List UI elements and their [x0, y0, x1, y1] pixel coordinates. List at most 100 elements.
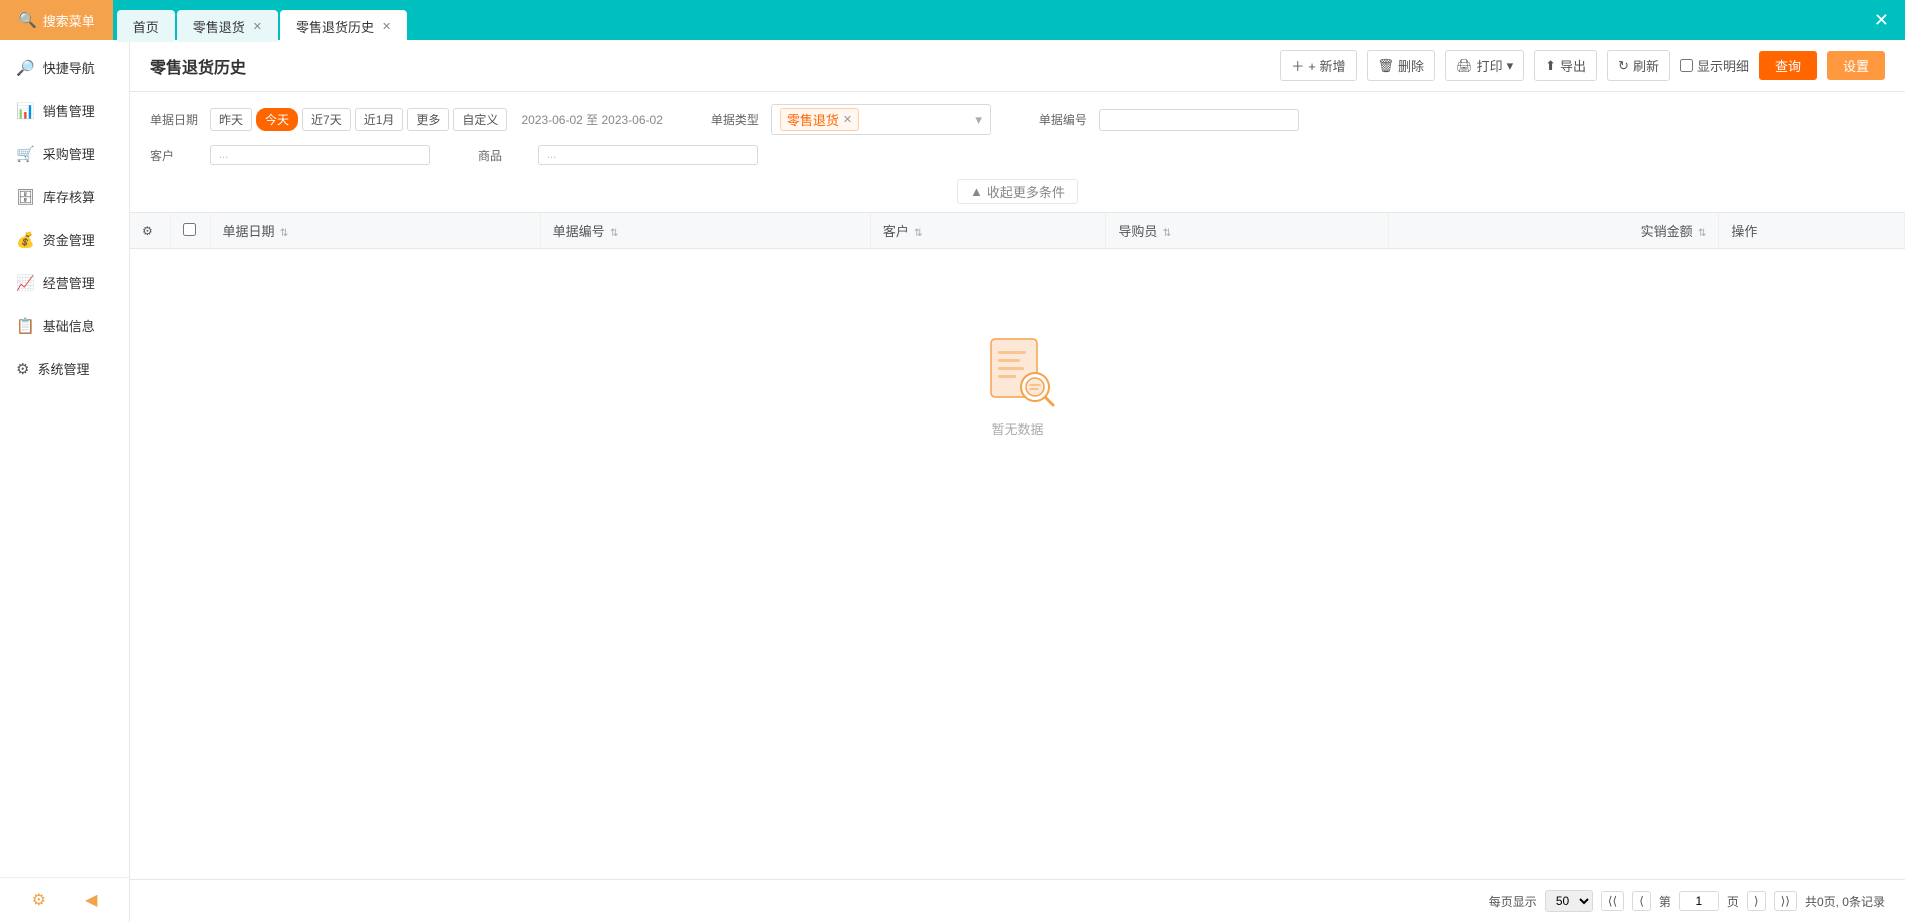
type-dropdown-icon: ▾ — [975, 112, 982, 128]
th-amount-sort[interactable]: ⇅ — [1698, 228, 1706, 239]
sidebar-gear-icon[interactable]: ⚙ — [32, 890, 46, 910]
empty-state: 暂无数据 — [130, 249, 1905, 518]
th-amount-label: 实销金额 — [1641, 224, 1693, 239]
bill-no-input[interactable] — [1099, 109, 1299, 131]
sidebar-item-sales[interactable]: 📊 销售管理 — [0, 89, 129, 132]
print-button[interactable]: 🖨 打印 ▾ — [1445, 50, 1524, 81]
delete-icon: 🗑 — [1378, 58, 1395, 74]
collapse-row: ▲ 收起更多条件 — [150, 175, 1885, 212]
new-button[interactable]: ＋ + 新增 — [1280, 50, 1356, 81]
page-unit: 页 — [1727, 893, 1739, 910]
th-bill-no-sort[interactable]: ⇅ — [610, 228, 618, 239]
empty-illustration — [973, 329, 1063, 419]
sidebar-collapse-icon[interactable]: ◀ — [85, 890, 97, 910]
sidebar-item-system-label: 系统管理 — [37, 359, 89, 378]
sidebar-item-purchase[interactable]: 🛒 采购管理 — [0, 132, 129, 175]
empty-text: 暂无数据 — [991, 419, 1043, 438]
page-next-btn[interactable]: ⟩ — [1747, 891, 1766, 911]
date-custom[interactable]: 自定义 — [453, 108, 507, 131]
sidebar-item-finance[interactable]: 💰 资金管理 — [0, 218, 129, 261]
date-1month[interactable]: 近1月 — [355, 108, 404, 131]
select-all-checkbox[interactable] — [183, 223, 196, 236]
query-button[interactable]: 查询 — [1759, 51, 1817, 80]
th-customer: 客户 ⇅ — [870, 213, 1106, 249]
sidebar: 🔎 快捷导航 📊 销售管理 🛒 采购管理 🗄 库存核算 💰 资金管理 📈 经营管… — [0, 40, 130, 922]
tab-home[interactable]: 首页 — [117, 10, 175, 42]
goods-placeholder: ... — [547, 149, 556, 161]
new-label: + 新增 — [1308, 56, 1345, 75]
page-header: 零售退货历史 ＋ + 新增 🗑 删除 🖨 打印 ▾ ⬆ 导出 — [130, 40, 1905, 92]
th-customer-sort[interactable]: ⇅ — [914, 228, 922, 239]
sidebar-item-system[interactable]: ⚙ 系统管理 — [0, 347, 129, 390]
th-guide-sort[interactable]: ⇅ — [1163, 228, 1171, 239]
sidebar-item-inventory[interactable]: 🗄 库存核算 — [0, 175, 129, 218]
page-last-btn[interactable]: ⟩⟩ — [1774, 891, 1797, 911]
filter-area: 单据日期 昨天 今天 近7天 近1月 更多 自定义 2023-06-02 至 2… — [130, 92, 1905, 213]
goods-input[interactable]: ... — [538, 145, 758, 165]
customer-input[interactable]: ... — [210, 145, 430, 165]
collapse-label: 收起更多条件 — [987, 182, 1065, 201]
purchase-icon: 🛒 — [16, 145, 35, 163]
th-settings[interactable]: ⚙ — [130, 213, 170, 249]
tab-retail-return-history[interactable]: 零售退货历史 ✕ — [280, 10, 407, 42]
customer-label: 客户 — [150, 147, 202, 164]
tab-retail-return-history-close[interactable]: ✕ — [382, 20, 391, 33]
table-header-row: ⚙ 单据日期 ⇅ 单据编号 ⇅ 客户 ⇅ — [130, 213, 1905, 249]
show-detail-checkbox[interactable] — [1680, 59, 1693, 72]
sidebar-item-quick-nav-label: 快捷导航 — [43, 58, 95, 77]
refresh-label: 刷新 — [1633, 56, 1659, 75]
date-range-text: 2023-06-02 至 2023-06-02 — [521, 111, 662, 128]
th-bill-no: 单据编号 ⇅ — [540, 213, 870, 249]
th-date-label: 单据日期 — [223, 224, 275, 239]
tab-retail-return-close[interactable]: ✕ — [253, 20, 262, 33]
tab-home-label: 首页 — [133, 17, 159, 36]
page-first-btn[interactable]: ⟨⟨ — [1601, 891, 1624, 911]
data-table: ⚙ 单据日期 ⇅ 单据编号 ⇅ 客户 ⇅ — [130, 213, 1905, 249]
sidebar-item-sales-label: 销售管理 — [43, 101, 95, 120]
delete-button[interactable]: 🗑 删除 — [1367, 50, 1436, 81]
new-icon: ＋ — [1291, 56, 1304, 75]
refresh-button[interactable]: ↻ 刷新 — [1607, 50, 1670, 81]
sidebar-item-operations[interactable]: 📈 经营管理 — [0, 261, 129, 304]
page-actions: ＋ + 新增 🗑 删除 🖨 打印 ▾ ⬆ 导出 ↻ — [1280, 50, 1885, 81]
window-close-icon[interactable]: ✕ — [1874, 10, 1889, 31]
top-bar-right: ✕ — [1874, 10, 1905, 31]
print-label: 打印 — [1477, 56, 1503, 75]
page-prev-btn[interactable]: ⟨ — [1632, 891, 1651, 911]
collapse-btn[interactable]: ▲ 收起更多条件 — [957, 179, 1078, 204]
export-button[interactable]: ⬆ 导出 — [1534, 50, 1597, 81]
type-tag-remove[interactable]: ✕ — [843, 113, 852, 126]
sidebar-bottom: ⚙ ◀ — [0, 877, 129, 922]
quick-nav-icon: 🔎 — [16, 59, 35, 77]
content-area: 零售退货历史 ＋ + 新增 🗑 删除 🖨 打印 ▾ ⬆ 导出 — [130, 40, 1905, 922]
inventory-icon: 🗄 — [16, 188, 35, 206]
th-customer-label: 客户 — [883, 224, 909, 239]
date-7days[interactable]: 近7天 — [302, 108, 351, 131]
sidebar-item-base-info[interactable]: 📋 基础信息 — [0, 304, 129, 347]
operations-icon: 📈 — [16, 274, 35, 292]
base-info-icon: 📋 — [16, 317, 35, 335]
bill-no-label: 单据编号 — [1039, 111, 1091, 128]
date-yesterday[interactable]: 昨天 — [210, 108, 252, 131]
page-title: 零售退货历史 — [150, 54, 246, 78]
system-icon: ⚙ — [16, 360, 29, 378]
type-filter-tag: 零售退货 ✕ — [780, 108, 859, 131]
date-buttons: 昨天 今天 近7天 近1月 更多 自定义 — [210, 108, 507, 131]
date-more[interactable]: 更多 — [407, 108, 449, 131]
search-menu-btn[interactable]: 🔍 搜索菜单 — [0, 0, 113, 40]
sales-icon: 📊 — [16, 102, 35, 120]
th-bill-no-label: 单据编号 — [553, 224, 605, 239]
type-tag-value: 零售退货 — [787, 110, 839, 129]
settings-button[interactable]: 设置 — [1827, 51, 1885, 80]
th-checkbox[interactable] — [170, 213, 210, 249]
sidebar-item-inventory-label: 库存核算 — [43, 187, 95, 206]
th-date-sort[interactable]: ⇅ — [280, 228, 288, 239]
filter-row-1: 单据日期 昨天 今天 近7天 近1月 更多 自定义 2023-06-02 至 2… — [150, 104, 1885, 135]
tab-retail-return[interactable]: 零售退货 ✕ — [177, 10, 278, 42]
date-today[interactable]: 今天 — [256, 108, 298, 131]
sidebar-item-quick-nav[interactable]: 🔎 快捷导航 — [0, 46, 129, 89]
type-filter-input[interactable]: 零售退货 ✕ ▾ — [771, 104, 991, 135]
per-page-select[interactable]: 50 — [1545, 890, 1593, 912]
page-input[interactable] — [1679, 891, 1719, 911]
show-detail-wrap[interactable]: 显示明细 — [1680, 56, 1749, 75]
